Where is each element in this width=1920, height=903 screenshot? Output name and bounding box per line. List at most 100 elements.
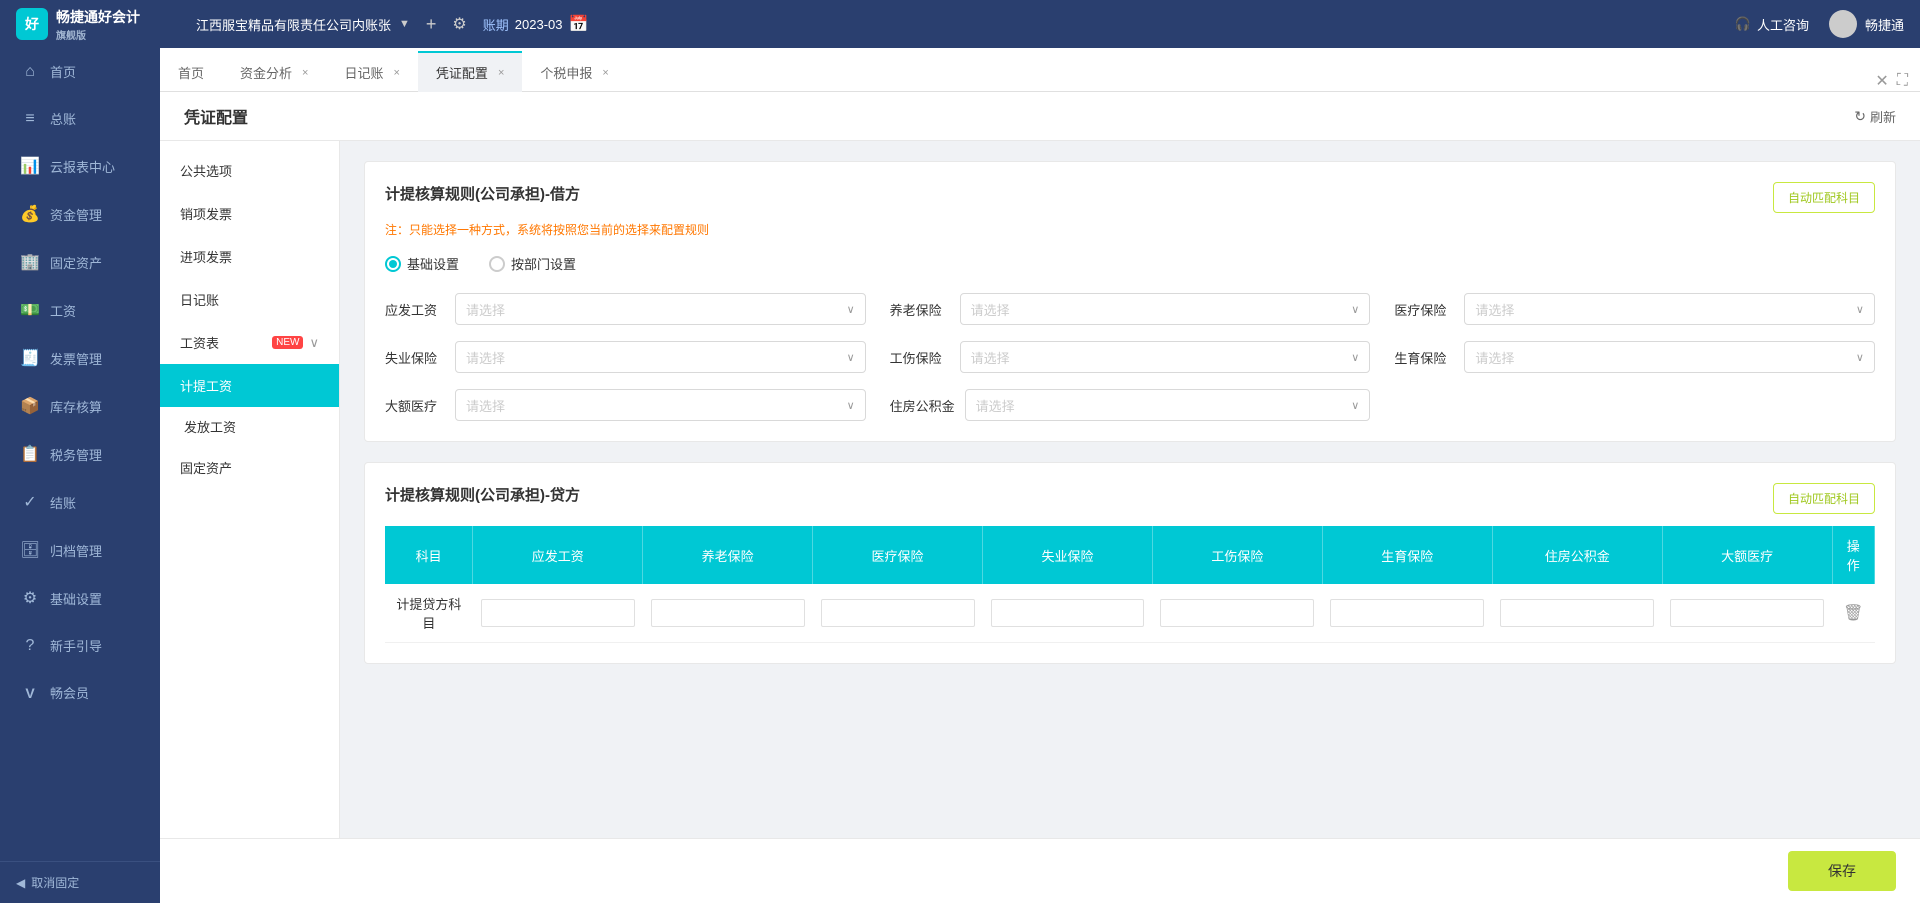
input-large-medical[interactable] xyxy=(1670,599,1824,627)
sidebar-item-tax[interactable]: 📋 税务管理 xyxy=(0,430,160,478)
radio-group: 基础设置 按部门设置 xyxy=(385,254,1875,273)
debit-section-header: 计提核算规则(公司承担)-借方 自动匹配科目 xyxy=(385,182,1875,213)
left-nav-salary-table[interactable]: 工资表 NEW ∨ xyxy=(160,321,339,364)
td-pension-val[interactable] xyxy=(643,584,813,643)
debit-section: 计提核算规则(公司承担)-借方 自动匹配科目 注：只能选择一种方式，系统将按照您… xyxy=(364,161,1896,442)
left-nav-salary-accrual[interactable]: 计提工资 xyxy=(160,364,339,407)
credit-auto-match-button[interactable]: 自动匹配科目 xyxy=(1773,483,1875,514)
ledger-icon: ≡ xyxy=(20,110,40,128)
form-select-pension[interactable]: 请选择 ∨ xyxy=(960,293,1371,325)
tab-home-label: 首页 xyxy=(178,63,204,82)
debit-auto-match-button[interactable]: 自动匹配科目 xyxy=(1773,182,1875,213)
left-nav-sales[interactable]: 销项发票 xyxy=(160,192,339,235)
input-injury[interactable] xyxy=(1160,599,1314,627)
sidebar-item-assets[interactable]: 🏢 固定资产 xyxy=(0,238,160,286)
tab-capital[interactable]: 资金分析 × xyxy=(222,51,326,92)
input-medical[interactable] xyxy=(821,599,975,627)
tab-capital-close[interactable]: × xyxy=(302,67,308,79)
th-action: 操作 xyxy=(1832,526,1874,584)
reports-icon: 📊 xyxy=(20,156,40,176)
input-housing[interactable] xyxy=(1500,599,1654,627)
form-select-housing[interactable]: 请选择 ∨ xyxy=(965,389,1371,421)
select-unemployment-arrow: ∨ xyxy=(847,351,855,364)
service-button[interactable]: 🎧 人工咨询 xyxy=(1735,15,1809,34)
select-injury-placeholder: 请选择 xyxy=(971,348,1010,367)
td-injury-val[interactable] xyxy=(1152,584,1322,643)
credit-section-title: 计提核算规则(公司承担)-贷方 xyxy=(385,484,580,505)
tab-voucher[interactable]: 凭证配置 × xyxy=(418,51,522,92)
sidebar-item-home[interactable]: ⌂ 首页 xyxy=(0,48,160,95)
sidebar-item-salary[interactable]: 💵 工资 xyxy=(0,286,160,334)
form-label-large-medical: 大额医疗 xyxy=(385,396,445,415)
input-salary[interactable] xyxy=(481,599,635,627)
td-salary-val[interactable] xyxy=(473,584,643,643)
radio-basic[interactable]: 基础设置 xyxy=(385,254,459,273)
sidebar-item-guide[interactable]: ? 新手引导 xyxy=(0,622,160,669)
tab-journal[interactable]: 日记账 × xyxy=(326,51,417,92)
sidebar-item-archive[interactable]: 🗄 归档管理 xyxy=(0,526,160,574)
th-injury: 工伤保险 xyxy=(1152,526,1322,584)
select-medical-placeholder: 请选择 xyxy=(1475,300,1514,319)
unpin-icon: ◀ xyxy=(16,876,25,890)
sidebar-item-capital[interactable]: 💰 资金管理 xyxy=(0,190,160,238)
td-unemployment-val[interactable] xyxy=(983,584,1153,643)
left-nav-sales-label: 销项发票 xyxy=(180,207,232,222)
page-title: 凭证配置 xyxy=(184,104,248,128)
save-bar: 保存 xyxy=(160,838,1920,903)
delete-row-icon[interactable]: 🗑 xyxy=(1843,605,1863,622)
add-button[interactable]: + xyxy=(426,14,437,35)
left-nav-salary-pay[interactable]: 发放工资 xyxy=(160,407,339,446)
sidebar-item-reports[interactable]: 📊 云报表中心 xyxy=(0,142,160,190)
td-maternity-val[interactable] xyxy=(1322,584,1492,643)
form-select-medical[interactable]: 请选择 ∨ xyxy=(1464,293,1875,325)
sidebar-item-ledger[interactable]: ≡ 总账 xyxy=(0,95,160,142)
sidebar-label-ledger: 总账 xyxy=(50,109,76,128)
tab-tax[interactable]: 个税申报 × xyxy=(522,51,626,92)
tab-voucher-close[interactable]: × xyxy=(498,67,504,79)
sidebar-item-settings[interactable]: ⚙ 基础设置 xyxy=(0,574,160,622)
user-name: 畅捷通 xyxy=(1865,15,1904,34)
main-panel: 计提核算规则(公司承担)-借方 自动匹配科目 注：只能选择一种方式，系统将按照您… xyxy=(340,141,1920,838)
form-label-unemployment: 失业保险 xyxy=(385,348,445,367)
calendar-icon[interactable]: 📅 xyxy=(569,14,589,34)
expand-button[interactable]: ⛶ xyxy=(1897,72,1908,90)
form-select-salary[interactable]: 请选择 ∨ xyxy=(455,293,866,325)
input-maternity[interactable] xyxy=(1330,599,1484,627)
radio-dept[interactable]: 按部门设置 xyxy=(489,254,576,273)
left-nav-public[interactable]: 公共选项 xyxy=(160,149,339,192)
left-nav-salary-accrual-label: 计提工资 xyxy=(180,379,232,394)
sidebar-item-vip[interactable]: V 畅会员 xyxy=(0,669,160,716)
close-all-button[interactable]: ✕ xyxy=(1875,71,1888,91)
input-unemployment[interactable] xyxy=(991,599,1145,627)
company-selector[interactable]: 江西服宝精品有限责任公司内账张 ▼ xyxy=(196,15,410,34)
sidebar-item-inventory[interactable]: 📦 库存核算 xyxy=(0,382,160,430)
td-medical-val[interactable] xyxy=(813,584,983,643)
form-select-injury[interactable]: 请选择 ∨ xyxy=(960,341,1371,373)
left-nav-fixed-assets[interactable]: 固定资产 xyxy=(160,446,339,489)
input-pension[interactable] xyxy=(651,599,805,627)
left-nav-purchase[interactable]: 进项发票 xyxy=(160,235,339,278)
td-housing-val[interactable] xyxy=(1492,584,1662,643)
user-area[interactable]: 畅捷通 xyxy=(1829,10,1904,38)
tab-home[interactable]: 首页 xyxy=(160,51,222,92)
sidebar-label-settings: 基础设置 xyxy=(50,589,102,608)
logo-area: 好 畅捷通好会计 旗舰版 xyxy=(16,7,176,42)
save-button[interactable]: 保存 xyxy=(1788,851,1896,891)
form-select-unemployment[interactable]: 请选择 ∨ xyxy=(455,341,866,373)
sidebar-unpin[interactable]: ◀ 取消固定 xyxy=(0,861,160,903)
sidebar-item-closing[interactable]: ✓ 结账 xyxy=(0,478,160,526)
refresh-button[interactable]: ↻ 刷新 xyxy=(1854,107,1896,126)
tab-tax-close[interactable]: × xyxy=(602,67,608,79)
settings-button[interactable]: ⚙ xyxy=(452,14,466,34)
page-header: 凭证配置 ↻ 刷新 xyxy=(160,92,1920,141)
th-salary: 应发工资 xyxy=(473,526,643,584)
form-select-maternity[interactable]: 请选择 ∨ xyxy=(1464,341,1875,373)
left-nav-journal[interactable]: 日记账 xyxy=(160,278,339,321)
sidebar-item-invoice[interactable]: 🧾 发票管理 xyxy=(0,334,160,382)
td-large-medical-val[interactable] xyxy=(1662,584,1832,643)
tab-journal-close[interactable]: × xyxy=(393,67,399,79)
form-select-large-medical[interactable]: 请选择 ∨ xyxy=(455,389,866,421)
td-action[interactable]: 🗑 xyxy=(1832,584,1874,643)
headset-icon: 🎧 xyxy=(1735,16,1751,32)
tab-tax-label: 个税申报 xyxy=(540,63,592,82)
